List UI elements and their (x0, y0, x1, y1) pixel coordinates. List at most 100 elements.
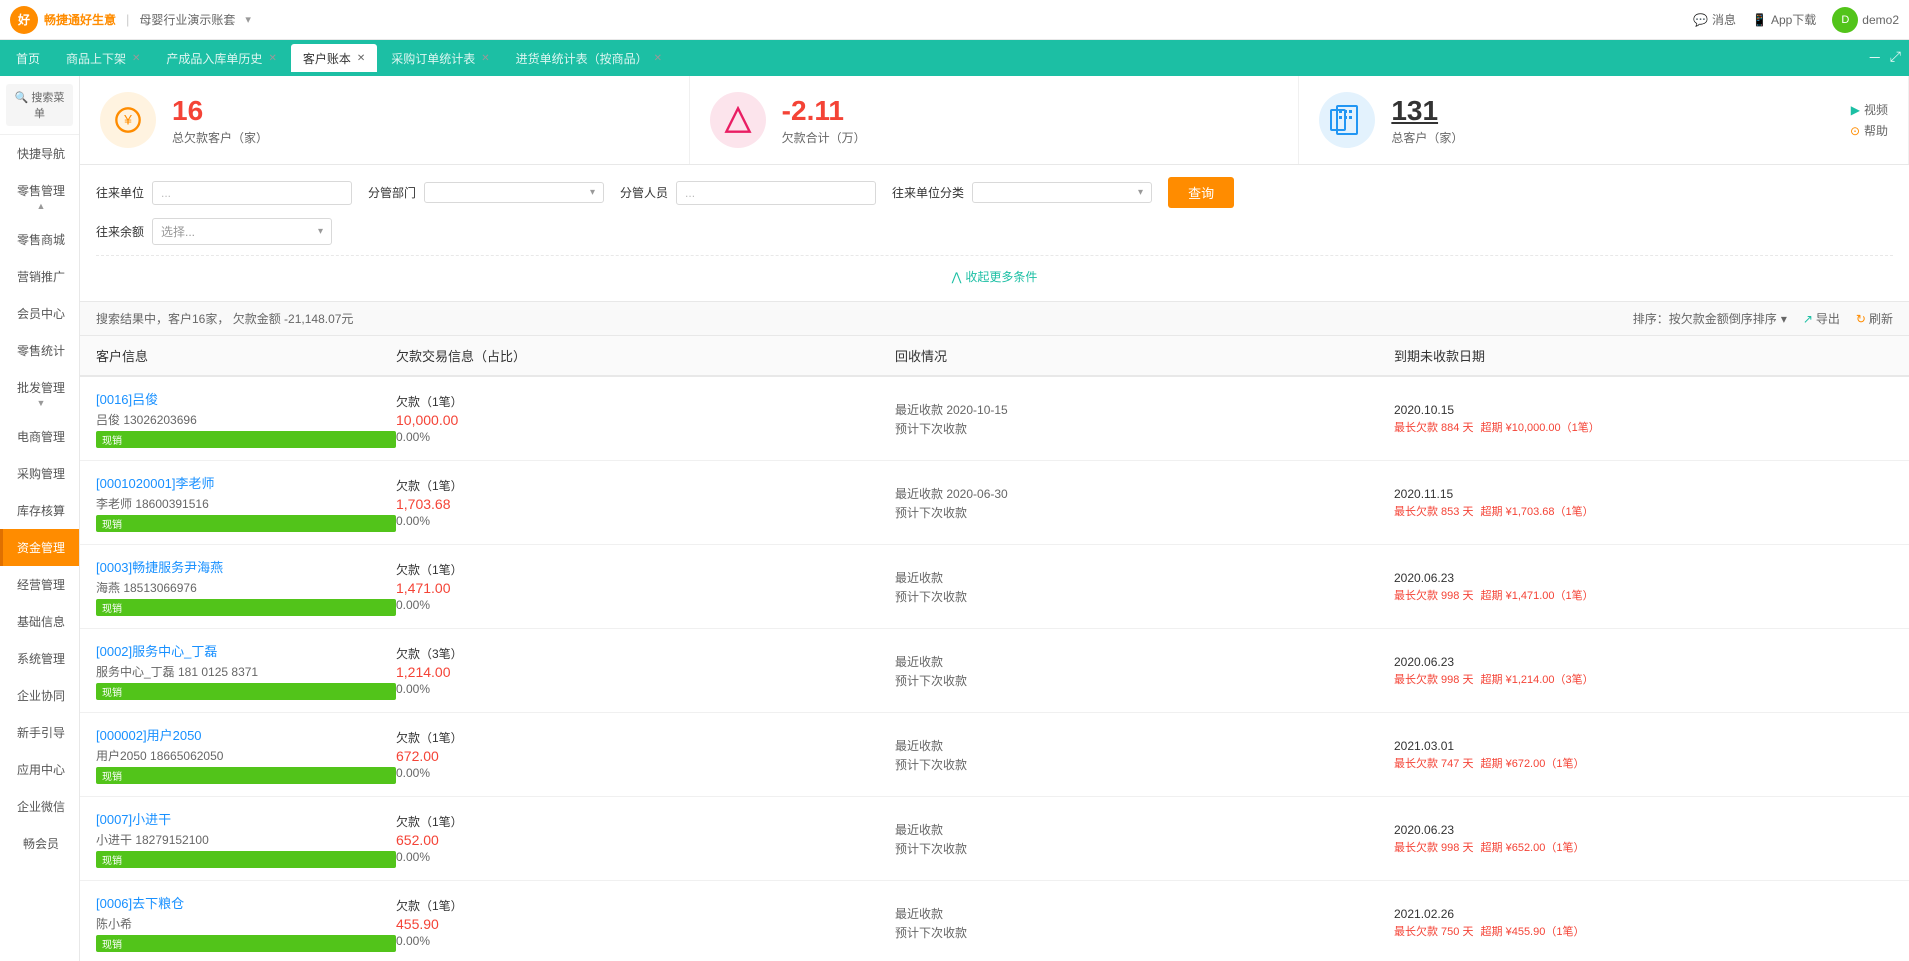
overdue-link-4[interactable]: 超期 ¥672.00（1笔） (1481, 758, 1585, 770)
overdue-link-1[interactable]: 超期 ¥1,703.68（1笔） (1481, 506, 1594, 518)
video-btn[interactable]: ▶ 视频 (1851, 101, 1888, 118)
tab-purchase-order-close[interactable]: ✕ (481, 53, 489, 64)
search-menu-btn[interactable]: 🔍 搜索菜单 (6, 84, 73, 126)
username-label: demo2 (1862, 13, 1899, 27)
due-date-3: 2020.06.23 (1394, 655, 1893, 669)
app-download-btn[interactable]: 📱 App下载 (1752, 11, 1816, 28)
finance-label: 资金管理 (17, 539, 65, 556)
customer-unit-input[interactable]: ... (152, 181, 352, 205)
overdue-link-2[interactable]: 超期 ¥1,471.00（1笔） (1481, 590, 1594, 602)
sidebar-item-new-guide[interactable]: 新手引导 (0, 714, 79, 751)
debt-amount-0[interactable]: 10,000.00 (396, 412, 895, 428)
avatar: D (1832, 7, 1858, 33)
collapse-btn[interactable]: ⋀ 收起更多条件 (96, 264, 1893, 289)
tab-production-history[interactable]: 产成品入库单历史 ✕ (154, 44, 288, 72)
sort-select[interactable]: 排序：按欠款金额倒序排序 ▾ (1633, 310, 1787, 327)
tab-purchase-stats-close[interactable]: ✕ (654, 53, 662, 64)
tab-home[interactable]: 首页 (4, 44, 52, 72)
sidebar-item-base-info[interactable]: 基础信息 (0, 603, 79, 640)
customer-name-3[interactable]: [0002]服务中心_丁磊 (96, 641, 396, 660)
result-bar-right: 排序：按欠款金额倒序排序 ▾ ↗ 导出 ↻ 刷新 (1633, 310, 1893, 327)
sidebar-item-quick-nav[interactable]: 快捷导航 (0, 135, 79, 172)
unit-category-select[interactable]: ▾ (972, 182, 1152, 203)
base-info-label: 基础信息 (17, 613, 65, 630)
tab-purchase-stats[interactable]: 进货单统计表（按商品） ✕ (504, 44, 674, 72)
debt-total-content: -2.11 欠款合计（万） (782, 95, 866, 146)
overdue-link-0[interactable]: 超期 ¥10,000.00（1笔） (1481, 422, 1600, 434)
debt-amount-3[interactable]: 1,214.00 (396, 664, 895, 680)
sidebar-item-members[interactable]: 会员中心 (0, 295, 79, 332)
overdue-days-5: 最长欠款 998 天 超期 ¥652.00（1笔） (1394, 839, 1893, 855)
col-header-recovery: 回收情况 (895, 346, 1394, 365)
export-btn[interactable]: ↗ 导出 (1803, 310, 1840, 327)
summary-card-debt-total: -2.11 欠款合计（万） (690, 76, 1300, 164)
video-icon: ▶ (1851, 103, 1860, 117)
customer-name-2[interactable]: [0003]畅捷服务尹海燕 (96, 557, 396, 576)
maximize-icon[interactable]: ⤢ (1890, 48, 1901, 68)
department-select[interactable]: ▾ (424, 182, 604, 203)
unit-category-label: 往来单位分类 (892, 184, 964, 201)
debt-amount-1[interactable]: 1,703.68 (396, 496, 895, 512)
sidebar-item-warehouse[interactable]: 库存核算 (0, 492, 79, 529)
store-name[interactable]: 母婴行业演示账套 (139, 11, 235, 28)
tab-customer-account[interactable]: 客户账本 ✕ (291, 44, 377, 72)
tab-customer-account-close[interactable]: ✕ (357, 53, 365, 64)
customer-tag-3: 现销 (96, 683, 396, 700)
message-btn[interactable]: 💬 消息 (1693, 11, 1736, 28)
debt-percent-4: 0.00% (396, 766, 895, 780)
next-collection-2: 预计下次收款 (895, 588, 1394, 605)
tab-product-listing-close[interactable]: ✕ (132, 53, 140, 64)
customer-phone-6: 陈小希 (96, 915, 396, 932)
table-row: [0007]小进干 小进干 18279152100 现销 欠款（1笔） 652.… (80, 797, 1909, 881)
last-collection-1: 最近收款 2020-06-30 (895, 485, 1394, 502)
table-row: [0006]去下粮仓 陈小希 现销 欠款（1笔） 455.90 0.00% 最近… (80, 881, 1909, 961)
customer-name-5[interactable]: [0007]小进干 (96, 809, 396, 828)
sidebar-item-retail-mgmt[interactable]: 零售管理 ▲ (0, 172, 79, 221)
overdue-link-6[interactable]: 超期 ¥455.90（1笔） (1481, 926, 1585, 938)
sidebar-item-batch-mgmt[interactable]: 批发管理 ▼ (0, 369, 79, 418)
last-collection-6: 最近收款 (895, 905, 1394, 922)
customer-phone-2: 海燕 18513066976 (96, 579, 396, 596)
help-label: 帮助 (1864, 122, 1888, 139)
customer-name-1[interactable]: [0001020001]李老师 (96, 473, 396, 492)
sidebar-item-retail-store[interactable]: 零售商城 (0, 221, 79, 258)
query-button[interactable]: 查询 (1168, 177, 1234, 208)
debt-customers-content: 16 总欠款客户（家） (172, 95, 268, 146)
overdue-info-4: 2021.03.01 最长欠款 747 天 超期 ¥672.00（1笔） (1394, 739, 1893, 771)
minimize-icon[interactable]: － (1868, 48, 1882, 68)
sidebar-item-system[interactable]: 系统管理 (0, 640, 79, 677)
sidebar-item-enterprise-wechat[interactable]: 企业微信 (0, 788, 79, 825)
overdue-link-5[interactable]: 超期 ¥652.00（1笔） (1481, 842, 1585, 854)
overdue-link-3[interactable]: 超期 ¥1,214.00（3笔） (1481, 674, 1594, 686)
sidebar-item-operations[interactable]: 经营管理 (0, 566, 79, 603)
customer-name-6[interactable]: [0006]去下粮仓 (96, 893, 396, 912)
overdue-days-1: 最长欠款 853 天 超期 ¥1,703.68（1笔） (1394, 503, 1893, 519)
sidebar-item-app-center[interactable]: 应用中心 (0, 751, 79, 788)
customer-name-0[interactable]: [0016]吕俊 (96, 389, 396, 408)
balance-select[interactable]: 选择... ▾ (152, 218, 332, 245)
help-btn[interactable]: ⊙ 帮助 (1850, 122, 1888, 139)
refresh-btn[interactable]: ↻ 刷新 (1856, 310, 1893, 327)
tab-product-listing[interactable]: 商品上下架 ✕ (54, 44, 152, 72)
retail-mgmt-label: 零售管理 (17, 182, 65, 199)
debt-amount-4[interactable]: 672.00 (396, 748, 895, 764)
customer-name-4[interactable]: [000002]用户2050 (96, 725, 396, 744)
user-area[interactable]: D demo2 (1832, 7, 1899, 33)
tab-production-history-close[interactable]: ✕ (268, 53, 276, 64)
sidebar-item-purchase[interactable]: 采购管理 (0, 455, 79, 492)
sidebar-item-marketing[interactable]: 营销推广 (0, 258, 79, 295)
tab-purchase-order[interactable]: 采购订单统计表 ✕ (379, 44, 501, 72)
sidebar-item-retail-stats[interactable]: 零售统计 (0, 332, 79, 369)
sidebar-item-ecommerce[interactable]: 电商管理 (0, 418, 79, 455)
debt-amount-5[interactable]: 652.00 (396, 832, 895, 848)
sidebar-item-vip-member[interactable]: 畅会员 (0, 825, 79, 862)
debt-amount-6[interactable]: 455.90 (396, 916, 895, 932)
sidebar-item-enterprise-collab[interactable]: 企业协同 (0, 677, 79, 714)
warehouse-label: 库存核算 (17, 502, 65, 519)
recovery-info-1: 最近收款 2020-06-30 预计下次收款 (895, 485, 1394, 521)
department-label: 分管部门 (368, 184, 416, 201)
debt-amount-2[interactable]: 1,471.00 (396, 580, 895, 596)
overdue-info-0: 2020.10.15 最长欠款 884 天 超期 ¥10,000.00（1笔） (1394, 403, 1893, 435)
person-input[interactable]: ... (676, 181, 876, 205)
sidebar-item-finance[interactable]: 资金管理 (0, 529, 79, 566)
